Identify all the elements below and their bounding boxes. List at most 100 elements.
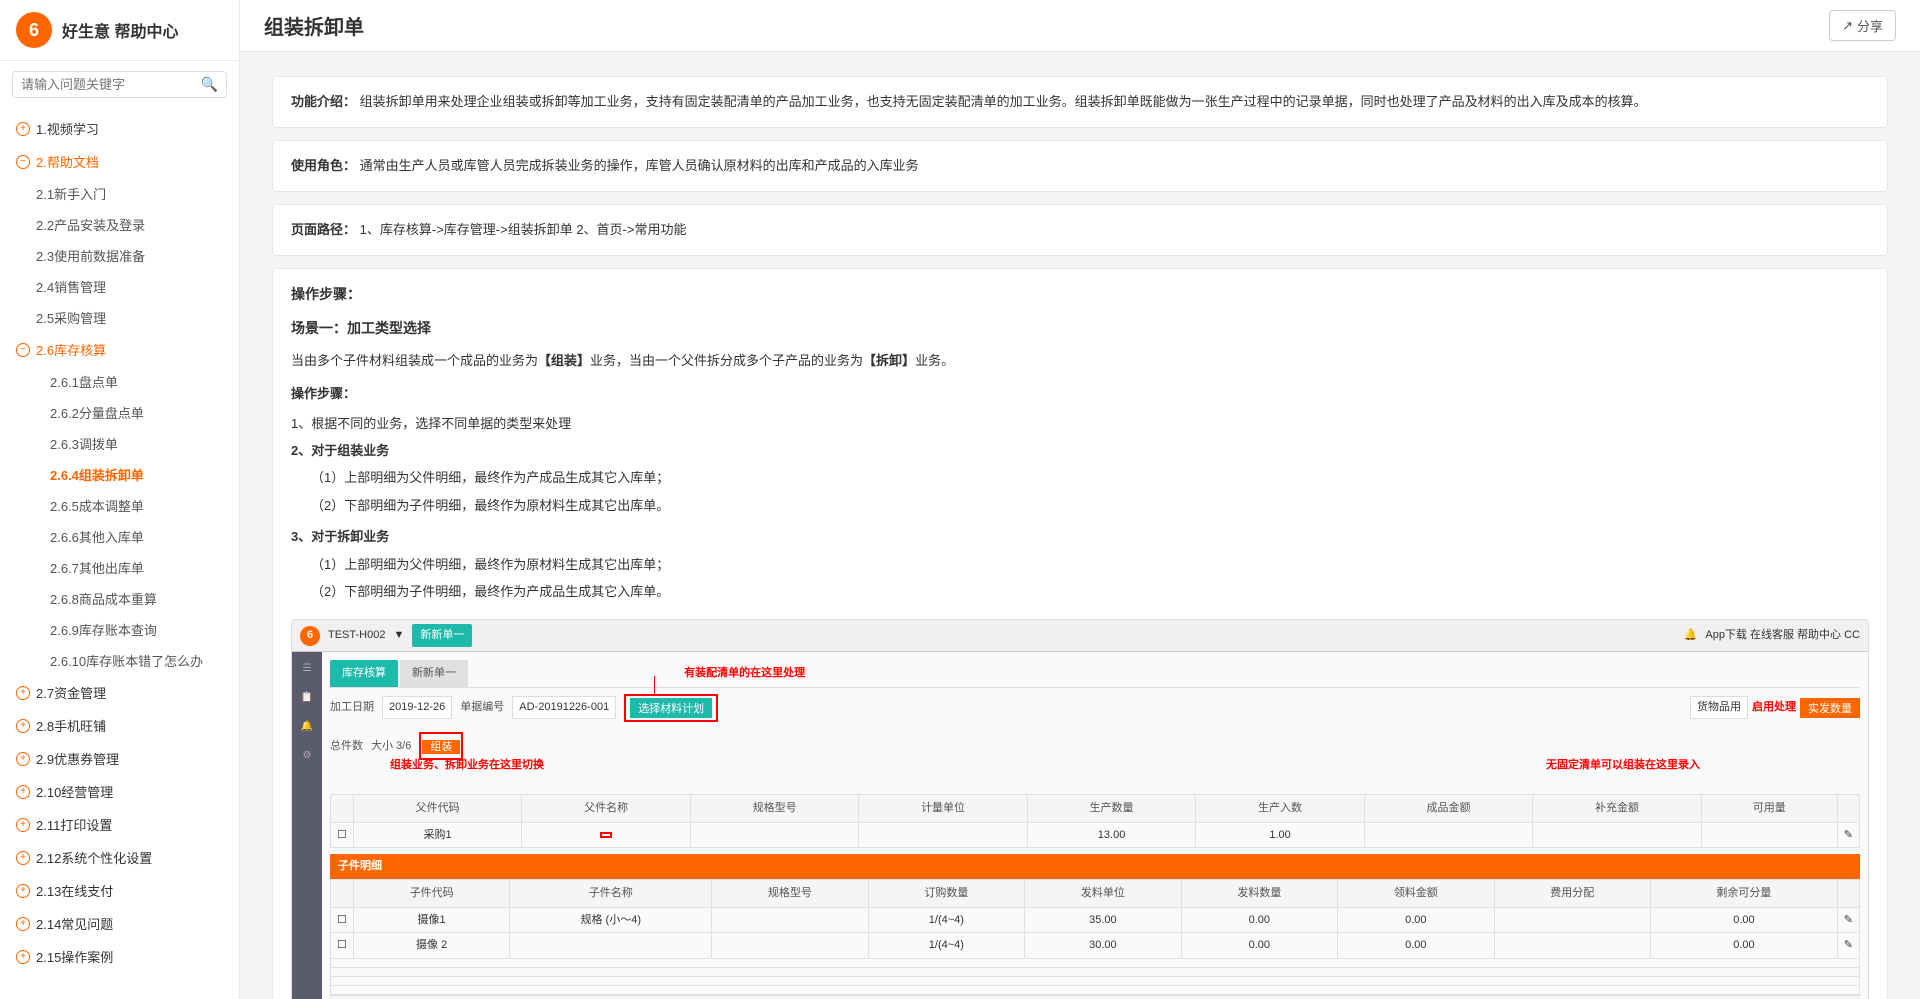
sidebar-sub-dataprep[interactable]: 2.3使用前数据准备 xyxy=(0,240,239,271)
sidebar-item-label: 2.12系统个性化设置 xyxy=(36,848,152,867)
sidebar-item-payment[interactable]: + 2.13在线支付 xyxy=(0,874,239,907)
screenshot-select-plan-btn[interactable]: 选择材料计划 xyxy=(630,698,712,718)
enable-process-area: 货物品用 启用处理 实发数量 xyxy=(1690,696,1860,719)
path-block: 页面路径： 1、库存核算->库存管理->组装拆卸单 2、首页->常用功能 xyxy=(272,204,1888,256)
sub-row4-empty xyxy=(331,968,1860,977)
sidebar-item-ops[interactable]: + 2.10经营管理 xyxy=(0,775,239,808)
sidebar-sub-stock4[interactable]: 2.6.4组装拆卸单 xyxy=(0,459,239,490)
screenshot-dropdown-icon: ▼ xyxy=(393,626,404,645)
annotation-text1: 有装配清单的在这里处理 xyxy=(684,664,805,683)
row-extra xyxy=(1533,822,1701,848)
page-title: 组装拆卸单 xyxy=(264,11,364,40)
sidebar-sub-stock2[interactable]: 2.6.2分量盘点单 xyxy=(0,397,239,428)
sidebar-sub-stock10[interactable]: 2.6.10库存账本错了怎么办 xyxy=(0,645,239,676)
sidebar-sub-stock1[interactable]: 2.6.1盘点单 xyxy=(0,366,239,397)
sidebar-sub-newbie[interactable]: 2.1新手入门 xyxy=(0,178,239,209)
col-unit: 计量单位 xyxy=(859,794,1027,822)
sidebar-item-label: 2.7资金管理 xyxy=(36,683,106,702)
goods-field: 货物品用 xyxy=(1690,696,1748,719)
main-area: 组装拆卸单 ↗ 分享 功能介绍： 组装拆卸单用来处理企业组装或拆卸等加工业务，支… xyxy=(240,0,1920,999)
code-label: 单据编号 xyxy=(460,698,504,717)
sidebar-sub-purchase[interactable]: 2.5采购管理 xyxy=(0,302,239,333)
sub-row1-spec xyxy=(712,907,868,933)
sidebar-item-mobile[interactable]: + 2.8手机旺铺 xyxy=(0,709,239,742)
sub-col-issue-qty: 发料数量 xyxy=(1181,880,1337,908)
nav-section: + 1.视频学习 − 2.帮助文档 2.1新手入门 2.2产品安装及登录 2.3… xyxy=(0,108,239,977)
sub-row2-checkbox: ☐ xyxy=(331,933,354,959)
sidebar-item-capital[interactable]: + 2.7资金管理 xyxy=(0,676,239,709)
lower-table-header: 子件代码 子件名称 规格型号 订购数量 发料单位 发料数量 领料金额 费用分配 … xyxy=(331,880,1860,908)
share-button[interactable]: ↗ 分享 xyxy=(1829,10,1896,41)
sidebar-sub-stock6[interactable]: 2.6.6其他入库单 xyxy=(0,521,239,552)
screenshot-form: 库存核算 新新单一 加工日期 2019-12-26 单据编号 AD-201912… xyxy=(322,652,1868,999)
step2-2: （2）下部明细为子件明细，最终作为原材料生成其它出库单。 xyxy=(311,494,1869,517)
feature-intro-text: 组装拆卸单用来处理企业组装或拆卸等加工业务，支持有固定装配清单的产品加工业务，也… xyxy=(360,94,1647,109)
screenshot-form-header-row: 加工日期 2019-12-26 单据编号 AD-20191226-001 选择材… xyxy=(330,694,1860,722)
col-spec: 规格型号 xyxy=(690,794,858,822)
date-value: 2019-12-26 xyxy=(382,696,452,719)
sidebar-item-label: 2.14常见问题 xyxy=(36,914,113,933)
sidebar-item-docs[interactable]: − 2.帮助文档 xyxy=(0,145,239,178)
red-box-select: 选择材料计划 xyxy=(624,694,718,722)
lower-row-6 xyxy=(331,986,1860,995)
sub-col-remain: 剩余可分量 xyxy=(1651,880,1838,908)
sub-row1-amount: 0.00 xyxy=(1338,907,1494,933)
sidebar-item-faq[interactable]: + 2.14常见问题 xyxy=(0,907,239,940)
expand-icon: + xyxy=(16,851,30,865)
sidebar-icon1: ☰ xyxy=(303,660,312,677)
sidebar-sub-stock8[interactable]: 2.6.8商品成本重算 xyxy=(0,583,239,614)
sidebar-sub-stock7[interactable]: 2.6.7其他出库单 xyxy=(0,552,239,583)
row-ops: ✎ xyxy=(1837,822,1859,848)
scene1-desc: 当由多个子件材料组装成一个成品的业务为【组装】业务，当由一个父件拆分成多个子产品… xyxy=(291,349,1869,372)
sidebar-item-stock[interactable]: − 2.6库存核算 xyxy=(0,333,239,366)
sidebar-item-label: 2.6库存核算 xyxy=(36,340,106,359)
sub-row3-empty xyxy=(331,959,1860,968)
sidebar-icon3: 🔔 xyxy=(301,718,313,735)
sidebar-item-print[interactable]: + 2.11打印设置 xyxy=(0,808,239,841)
screenshot-tab-active[interactable]: 库存核算 xyxy=(330,660,398,687)
screenshot-new-btn: 新新单一 xyxy=(412,624,472,647)
sidebar-sub-stock9[interactable]: 2.6.9库存账本查询 xyxy=(0,614,239,645)
row-name xyxy=(522,822,690,848)
sidebar-item-label: 2.9优惠券管理 xyxy=(36,749,119,768)
date-label: 加工日期 xyxy=(330,698,374,717)
sub-row1-code: 摄像1 xyxy=(353,907,509,933)
step3-1: （1）上部明细为父件明细，最终作为原材料生成其它出库单； xyxy=(311,553,1869,576)
search-input[interactable] xyxy=(21,77,201,92)
col-select xyxy=(331,794,354,822)
screenshot-icons: 🔔 xyxy=(1684,626,1698,645)
step3-2: （2）下部明细为子件明细，最终作为产成品生成其它入库单。 xyxy=(311,580,1869,603)
sub-row2-spec xyxy=(712,933,868,959)
sidebar-icon4: ⚙ xyxy=(303,747,312,764)
sidebar-sub-install[interactable]: 2.2产品安装及登录 xyxy=(0,209,239,240)
sidebar-sub-stock3[interactable]: 2.6.3调拨单 xyxy=(0,428,239,459)
sub-col-name: 子件名称 xyxy=(510,880,712,908)
sidebar-sub-sales[interactable]: 2.4销售管理 xyxy=(0,271,239,302)
sub-col-select xyxy=(331,880,354,908)
row-prod-in: 1.00 xyxy=(1196,822,1364,848)
screenshot-type-row: 总件数 大小 3/6 组装 组装业务、拆卸业务在这里切换 无固定清单可以组装在这… xyxy=(330,728,1860,764)
col-parent-name: 父件名称 xyxy=(522,794,690,822)
feature-intro-label: 功能介绍： xyxy=(291,94,356,109)
screenshot-topbar-id: TEST-H002 xyxy=(328,626,385,645)
table-row: ☐ 采购1 13.00 1.00 xyxy=(331,822,1860,848)
sidebar-item-cases[interactable]: + 2.15操作案例 xyxy=(0,940,239,973)
share-label: 分享 xyxy=(1857,16,1883,35)
col-prod-qty: 生产数量 xyxy=(1027,794,1195,822)
expand-icon: + xyxy=(16,686,30,700)
sidebar-item-coupon[interactable]: + 2.9优惠券管理 xyxy=(0,742,239,775)
col-parent-code: 父件代码 xyxy=(353,794,521,822)
sidebar-item-videos[interactable]: + 1.视频学习 xyxy=(0,112,239,145)
table-body: ☐ 采购1 13.00 1.00 xyxy=(331,822,1860,848)
screenshot-tab-inactive[interactable]: 新新单一 xyxy=(400,660,468,687)
feature-intro-block: 功能介绍： 组装拆卸单用来处理企业组装或拆卸等加工业务，支持有固定装配清单的产品… xyxy=(272,76,1888,128)
expand-icon: + xyxy=(16,122,30,136)
sidebar-item-personalize[interactable]: + 2.12系统个性化设置 xyxy=(0,841,239,874)
row-prod-amount xyxy=(1364,822,1532,848)
search-box[interactable]: 🔍 xyxy=(12,71,227,98)
screenshot-confirm-btn[interactable]: 实发数量 xyxy=(1800,698,1860,718)
row-spec xyxy=(690,822,858,848)
sidebar-item-label: 1.视频学习 xyxy=(36,119,99,138)
sidebar-sub-stock5[interactable]: 2.6.5成本调整单 xyxy=(0,490,239,521)
sub-row5-empty xyxy=(331,977,1860,986)
